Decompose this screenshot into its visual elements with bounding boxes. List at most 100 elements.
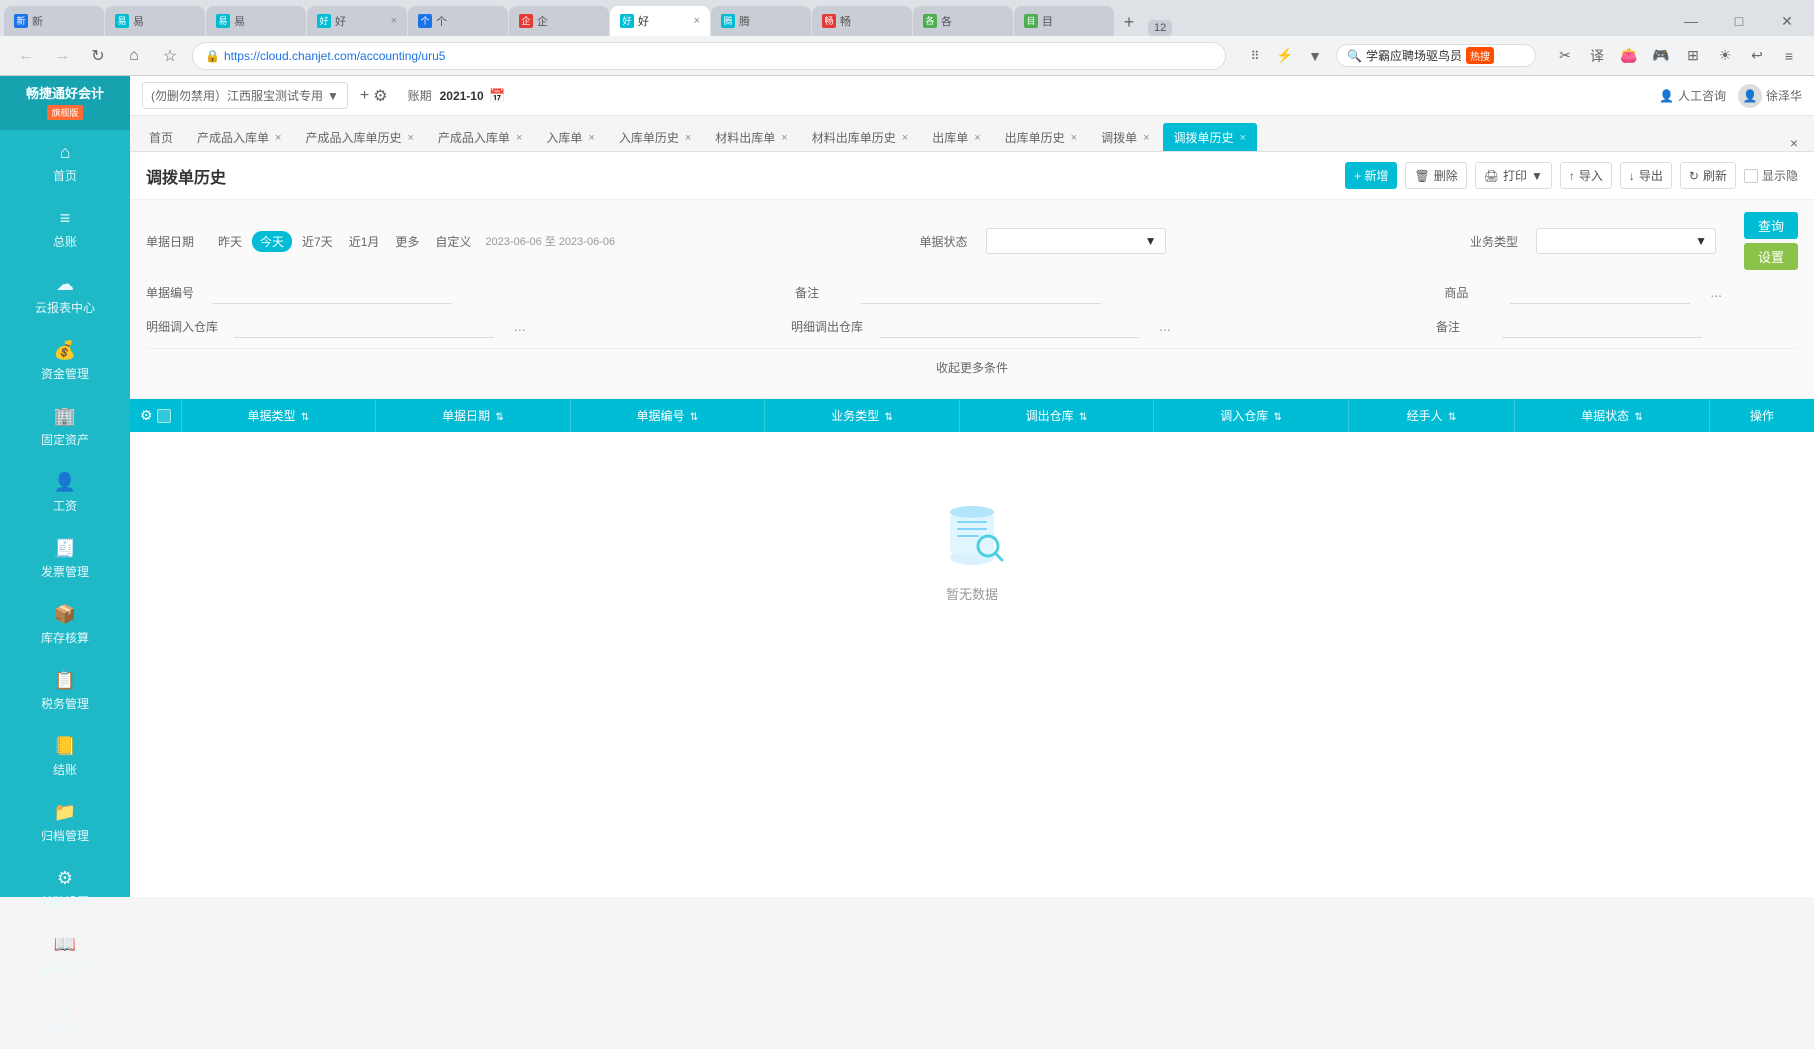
th-status[interactable]: 单据状态 ⇅: [1515, 399, 1710, 432]
page-tab-5[interactable]: 入库单历史 ×: [608, 123, 702, 151]
sidebar-item-capital[interactable]: 💰 资金管理: [0, 328, 130, 394]
page-tab-3-close[interactable]: ×: [516, 132, 522, 144]
translate-icon[interactable]: 译: [1584, 43, 1610, 69]
address-input[interactable]: 🔒 https://cloud.chanjet.com/accounting/u…: [192, 42, 1226, 70]
th-out-wh[interactable]: 调出仓库 ⇅: [959, 399, 1154, 432]
sidebar-item-reports[interactable]: ☁ 云报表中心: [0, 262, 130, 328]
browser-tab-8[interactable]: 腾 腾: [711, 6, 811, 36]
forward-button[interactable]: →: [48, 42, 76, 70]
scissors-icon[interactable]: ✂: [1552, 43, 1578, 69]
tab-close-7[interactable]: ×: [694, 15, 700, 27]
note2-input[interactable]: [1502, 314, 1702, 338]
calendar-icon[interactable]: 📅: [489, 88, 505, 103]
page-tab-10-close[interactable]: ×: [1143, 132, 1149, 144]
page-tab-2[interactable]: 产成品入库单历史 ×: [294, 123, 424, 151]
today-btn[interactable]: 今天: [252, 231, 292, 252]
back-button[interactable]: ←: [12, 42, 40, 70]
page-tab-8-close[interactable]: ×: [974, 132, 980, 144]
browser-tab-5[interactable]: 个 个: [408, 6, 508, 36]
browser-tab-6[interactable]: 企 企: [509, 6, 609, 36]
sidebar-item-archive[interactable]: 📁 归档管理: [0, 790, 130, 856]
refresh-button[interactable]: ↻ 刷新: [1680, 162, 1736, 189]
page-tab-8[interactable]: 出库单 ×: [921, 123, 991, 151]
query-button[interactable]: 查询: [1744, 212, 1798, 239]
page-tab-4[interactable]: 入库单 ×: [535, 123, 605, 151]
tab-collapse-button[interactable]: ×: [1782, 135, 1806, 151]
extension-icon[interactable]: ⠿: [1242, 43, 1268, 69]
page-tab-2-close[interactable]: ×: [407, 132, 413, 144]
sidebar-item-inventory[interactable]: 📦 库存核算: [0, 592, 130, 658]
print-button[interactable]: 🖨 打印 ▼: [1475, 162, 1552, 189]
number-input[interactable]: [212, 280, 452, 304]
menu-icon[interactable]: ≡: [1776, 43, 1802, 69]
custom-btn[interactable]: 自定义: [429, 231, 477, 252]
browser-tab-3[interactable]: 易 易: [206, 6, 306, 36]
sidebar-item-closing[interactable]: 📒 结账: [0, 724, 130, 790]
page-tab-5-close[interactable]: ×: [685, 132, 691, 144]
page-tab-home[interactable]: 首页: [138, 123, 184, 151]
page-tab-9[interactable]: 出库单历史 ×: [994, 123, 1088, 151]
user-info[interactable]: 👤 徐泽华: [1738, 84, 1802, 108]
th-in-wh[interactable]: 调入仓库 ⇅: [1154, 399, 1349, 432]
brightness-icon[interactable]: ☀: [1712, 43, 1738, 69]
dropdown-icon[interactable]: ▼: [1302, 43, 1328, 69]
company-selector[interactable]: (勿删勿禁用）江西服宝测试专用 ▼: [142, 82, 348, 109]
wallet-icon[interactable]: 👛: [1616, 43, 1642, 69]
th-biztype[interactable]: 业务类型 ⇅: [765, 399, 960, 432]
page-tab-11-close[interactable]: ×: [1240, 132, 1246, 144]
out-warehouse-input[interactable]: [879, 314, 1139, 338]
tab-close-4[interactable]: ×: [391, 15, 397, 27]
sidebar-item-tax[interactable]: 📋 税务管理: [0, 658, 130, 724]
sidebar-item-member[interactable]: V 畅会员: [0, 988, 130, 1049]
close-button[interactable]: ✕: [1764, 6, 1810, 36]
sidebar-item-assets[interactable]: 🏢 固定资产: [0, 394, 130, 460]
goods-input[interactable]: [1510, 280, 1690, 304]
add-button[interactable]: + 新增: [1345, 162, 1397, 189]
collapse-button[interactable]: 收起更多条件: [146, 353, 1798, 382]
page-tab-7-close[interactable]: ×: [902, 132, 908, 144]
minimize-button[interactable]: —: [1668, 6, 1714, 36]
show-hidden-toggle[interactable]: 显示隐: [1744, 167, 1798, 184]
page-tab-6-close[interactable]: ×: [781, 132, 787, 144]
browser-tab-7[interactable]: 好 好 ×: [610, 6, 710, 36]
note-input[interactable]: [861, 280, 1101, 304]
gear-table-icon[interactable]: ⚙: [140, 407, 153, 424]
page-tab-6[interactable]: 材料出库单 ×: [704, 123, 798, 151]
home-button[interactable]: ⌂: [120, 42, 148, 70]
game-icon[interactable]: 🎮: [1648, 43, 1674, 69]
page-tab-10[interactable]: 调拨单 ×: [1090, 123, 1160, 151]
settings-button[interactable]: 设置: [1744, 243, 1798, 270]
undo-icon[interactable]: ↩: [1744, 43, 1770, 69]
maximize-button[interactable]: □: [1716, 6, 1762, 36]
sidebar-item-guide[interactable]: 📖 新手引导: [0, 922, 130, 988]
browser-tab-4[interactable]: 好 好 ×: [307, 6, 407, 36]
status-select[interactable]: ▼: [986, 228, 1166, 254]
out-wh-dots[interactable]: ...: [1159, 318, 1171, 334]
in-wh-dots[interactable]: ...: [514, 318, 526, 334]
page-tab-3[interactable]: 产成品入库单 ×: [427, 123, 533, 151]
type-select[interactable]: ▼: [1536, 228, 1716, 254]
add-company-button[interactable]: +: [360, 87, 369, 105]
th-type[interactable]: 单据类型 ⇅: [181, 399, 376, 432]
in-warehouse-input[interactable]: [234, 314, 494, 338]
yesterday-btn[interactable]: 昨天: [212, 231, 248, 252]
service-button[interactable]: 👤 人工咨询: [1659, 87, 1726, 104]
page-tab-1[interactable]: 产成品入库单 ×: [186, 123, 292, 151]
delete-button[interactable]: 🗑 删除: [1405, 162, 1466, 189]
sidebar-item-home[interactable]: ⌂ 首页: [0, 130, 130, 196]
bookmark-button[interactable]: ☆: [156, 42, 184, 70]
header-checkbox[interactable]: [157, 409, 171, 423]
export-button[interactable]: ↓ 导出: [1620, 162, 1672, 189]
th-date[interactable]: 单据日期 ⇅: [376, 399, 571, 432]
sidebar-item-settings[interactable]: ⚙ 基础设置: [0, 856, 130, 922]
settings-gear-icon[interactable]: ⚙: [373, 86, 387, 106]
browser-tab-9[interactable]: 畅 畅: [812, 6, 912, 36]
grid-icon[interactable]: ⊞: [1680, 43, 1706, 69]
goods-dots[interactable]: ...: [1710, 284, 1722, 300]
browser-tab-10[interactable]: 各 各: [913, 6, 1013, 36]
search-bar[interactable]: 🔍 学霸应聘场驱鸟员 热搜: [1336, 44, 1536, 67]
import-button[interactable]: ↑ 导入: [1560, 162, 1612, 189]
th-checkbox[interactable]: ⚙: [130, 399, 181, 432]
tab-add-button[interactable]: +: [1115, 8, 1143, 36]
sidebar-item-ledger[interactable]: ≡ 总账: [0, 196, 130, 262]
